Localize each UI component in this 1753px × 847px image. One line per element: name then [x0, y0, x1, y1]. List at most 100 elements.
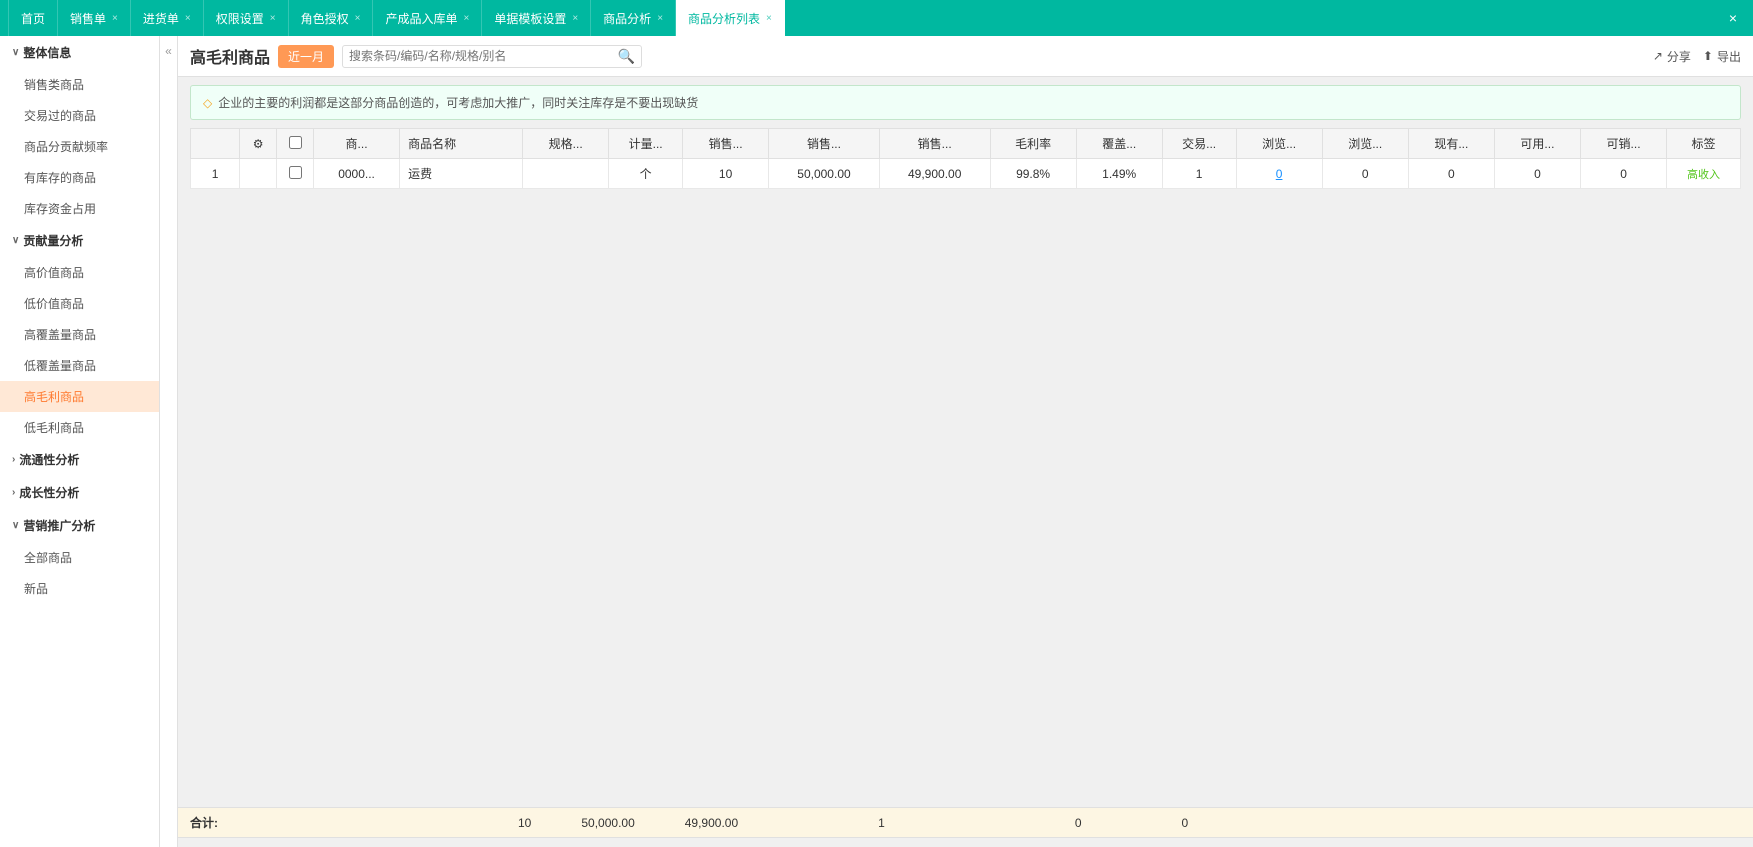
th-sales-profit[interactable]: 销售...	[879, 129, 990, 159]
footer-bar: 合计: 10 50,000.00 49,900.00 1 0 0	[178, 807, 1753, 837]
cell-num: 1	[191, 159, 240, 189]
overall-arrow: ∨	[12, 47, 19, 58]
th-saleable-stock[interactable]: 可销...	[1580, 129, 1666, 159]
th-sales-qty[interactable]: 销售...	[683, 129, 769, 159]
nav-tab-permissions[interactable]: 权限设置 ×	[204, 0, 289, 36]
close-sales-tab[interactable]: ×	[112, 13, 118, 24]
sidebar-item-low-value[interactable]: 低价值商品	[0, 288, 159, 319]
overall-label: 整体信息	[23, 44, 71, 61]
th-unit[interactable]: 计量...	[609, 129, 683, 159]
growth-arrow: ›	[12, 487, 15, 498]
share-button[interactable]: ↗ 分享	[1653, 48, 1691, 65]
sidebar-item-in-stock[interactable]: 有库存的商品	[0, 162, 159, 193]
sidebar-item-high-margin[interactable]: 高毛利商品	[0, 381, 159, 412]
footer-sales-profit: 49,900.00	[685, 816, 738, 830]
sidebar-group-growth[interactable]: › 成长性分析	[0, 476, 159, 509]
cell-code: 0000...	[313, 159, 399, 189]
sidebar-group-marketing[interactable]: ∨ 营销推广分析	[0, 509, 159, 542]
sidebar-item-traded-goods[interactable]: 交易过的商品	[0, 100, 159, 131]
cell-checkbox[interactable]	[277, 159, 314, 189]
close-purchase-tab[interactable]: ×	[185, 13, 191, 24]
cell-sales-profit: 49,900.00	[879, 159, 990, 189]
close-roles-tab[interactable]: ×	[355, 13, 361, 24]
th-transaction[interactable]: 交易...	[1162, 129, 1236, 159]
th-spec[interactable]: 规格...	[523, 129, 609, 159]
th-browse2[interactable]: 浏览...	[1322, 129, 1408, 159]
nav-tab-analysis[interactable]: 商品分析 ×	[591, 0, 676, 36]
close-analysis-tab[interactable]: ×	[657, 13, 663, 24]
close-all-button[interactable]: ×	[1721, 10, 1745, 26]
table-row: 1 0000... 运费 个 10 50,000.00 49,900.00 99…	[191, 159, 1741, 189]
sidebar-collapse-button[interactable]: «	[160, 36, 178, 847]
cell-tag: 高收入	[1667, 159, 1741, 189]
data-table: ⚙ 商... 商品名称 规格... 计量... 销售... 销售... 销售..…	[190, 128, 1741, 189]
info-text: 企业的主要的利润都是这部分商品创造的，可考虑加大推广，同时关注库存是不要出现缺货	[218, 94, 698, 111]
th-tag[interactable]: 标签	[1667, 129, 1741, 159]
nav-tab-purchase[interactable]: 进货单 ×	[131, 0, 204, 36]
th-settings[interactable]: ⚙	[240, 129, 277, 159]
nav-tab-roles[interactable]: 角色授权 ×	[289, 0, 374, 36]
sidebar-item-new-goods[interactable]: 新品	[0, 573, 159, 604]
cell-gross-rate: 99.8%	[990, 159, 1076, 189]
sidebar-item-stock-capital[interactable]: 库存资金占用	[0, 193, 159, 224]
th-checkbox	[277, 129, 314, 159]
top-nav: 首页 销售单 × 进货单 × 权限设置 × 角色授权 × 产成品入库单 × 单据…	[0, 0, 1753, 36]
sidebar-group-contribution[interactable]: ∨ 贡献量分析	[0, 224, 159, 257]
share-icon: ↗	[1653, 49, 1663, 63]
filter-button[interactable]: 近一月	[278, 45, 334, 68]
search-icon[interactable]: 🔍	[618, 48, 635, 65]
th-name[interactable]: 商品名称	[400, 129, 523, 159]
nav-tab-sales[interactable]: 销售单 ×	[58, 0, 131, 36]
content-header: 高毛利商品 近一月 🔍 ↗ 分享 ⬆ 导出	[178, 36, 1753, 77]
cell-saleable-stock: 0	[1580, 159, 1666, 189]
th-browse1[interactable]: 浏览...	[1236, 129, 1322, 159]
tag-label: 高收入	[1687, 169, 1720, 181]
close-permissions-tab[interactable]: ×	[270, 13, 276, 24]
bottom-scrollbar[interactable]	[178, 837, 1753, 847]
nav-tab-template[interactable]: 单据模板设置 ×	[482, 0, 591, 36]
footer-sales-amt: 50,000.00	[581, 816, 634, 830]
export-button[interactable]: ⬆ 导出	[1703, 48, 1741, 65]
cell-browse1[interactable]: 0	[1236, 159, 1322, 189]
info-icon: ◇	[203, 96, 212, 110]
settings-icon[interactable]: ⚙	[253, 137, 264, 151]
sidebar-item-low-margin[interactable]: 低毛利商品	[0, 412, 159, 443]
sidebar: ∨ 整体信息 销售类商品 交易过的商品 商品分贡献频率 有库存的商品 库存资金占…	[0, 36, 160, 847]
nav-tab-production[interactable]: 产成品入库单 ×	[373, 0, 482, 36]
table-header-row: ⚙ 商... 商品名称 规格... 计量... 销售... 销售... 销售..…	[191, 129, 1741, 159]
row-checkbox[interactable]	[289, 166, 302, 179]
sidebar-group-overall[interactable]: ∨ 整体信息	[0, 36, 159, 69]
cell-spec	[523, 159, 609, 189]
sidebar-item-low-coverage[interactable]: 低覆盖量商品	[0, 350, 159, 381]
sidebar-item-high-value[interactable]: 高价值商品	[0, 257, 159, 288]
th-avail-stock[interactable]: 可用...	[1494, 129, 1580, 159]
close-analysis-list-tab[interactable]: ×	[766, 13, 772, 24]
select-all-checkbox[interactable]	[289, 136, 302, 149]
nav-tab-analysis-list[interactable]: 商品分析列表 ×	[676, 0, 785, 36]
close-production-tab[interactable]: ×	[463, 13, 469, 24]
sidebar-item-high-coverage[interactable]: 高覆盖量商品	[0, 319, 159, 350]
search-input[interactable]	[349, 49, 614, 63]
export-icon: ⬆	[1703, 49, 1713, 63]
cell-avail-stock: 0	[1494, 159, 1580, 189]
sidebar-group-liquidity[interactable]: › 流通性分析	[0, 443, 159, 476]
liquidity-arrow: ›	[12, 454, 15, 465]
sidebar-item-sales-goods[interactable]: 销售类商品	[0, 69, 159, 100]
cell-name: 运费	[400, 159, 523, 189]
cell-browse2: 0	[1322, 159, 1408, 189]
th-code[interactable]: 商...	[313, 129, 399, 159]
footer-transaction: 1	[878, 816, 885, 830]
th-sales-amt[interactable]: 销售...	[769, 129, 880, 159]
sidebar-item-contribution[interactable]: 商品分贡献频率	[0, 131, 159, 162]
sidebar-item-all-goods[interactable]: 全部商品	[0, 542, 159, 573]
close-template-tab[interactable]: ×	[572, 13, 578, 24]
cell-coverage: 1.49%	[1076, 159, 1162, 189]
liquidity-label: 流通性分析	[19, 451, 79, 468]
header-actions: ↗ 分享 ⬆ 导出	[1653, 48, 1741, 65]
th-coverage[interactable]: 覆盖...	[1076, 129, 1162, 159]
nav-tab-home[interactable]: 首页	[8, 0, 58, 36]
th-current-stock[interactable]: 现有...	[1408, 129, 1494, 159]
cell-transaction: 1	[1162, 159, 1236, 189]
info-banner: ◇ 企业的主要的利润都是这部分商品创造的，可考虑加大推广，同时关注库存是不要出现…	[190, 85, 1741, 120]
th-gross-rate[interactable]: 毛利率	[990, 129, 1076, 159]
